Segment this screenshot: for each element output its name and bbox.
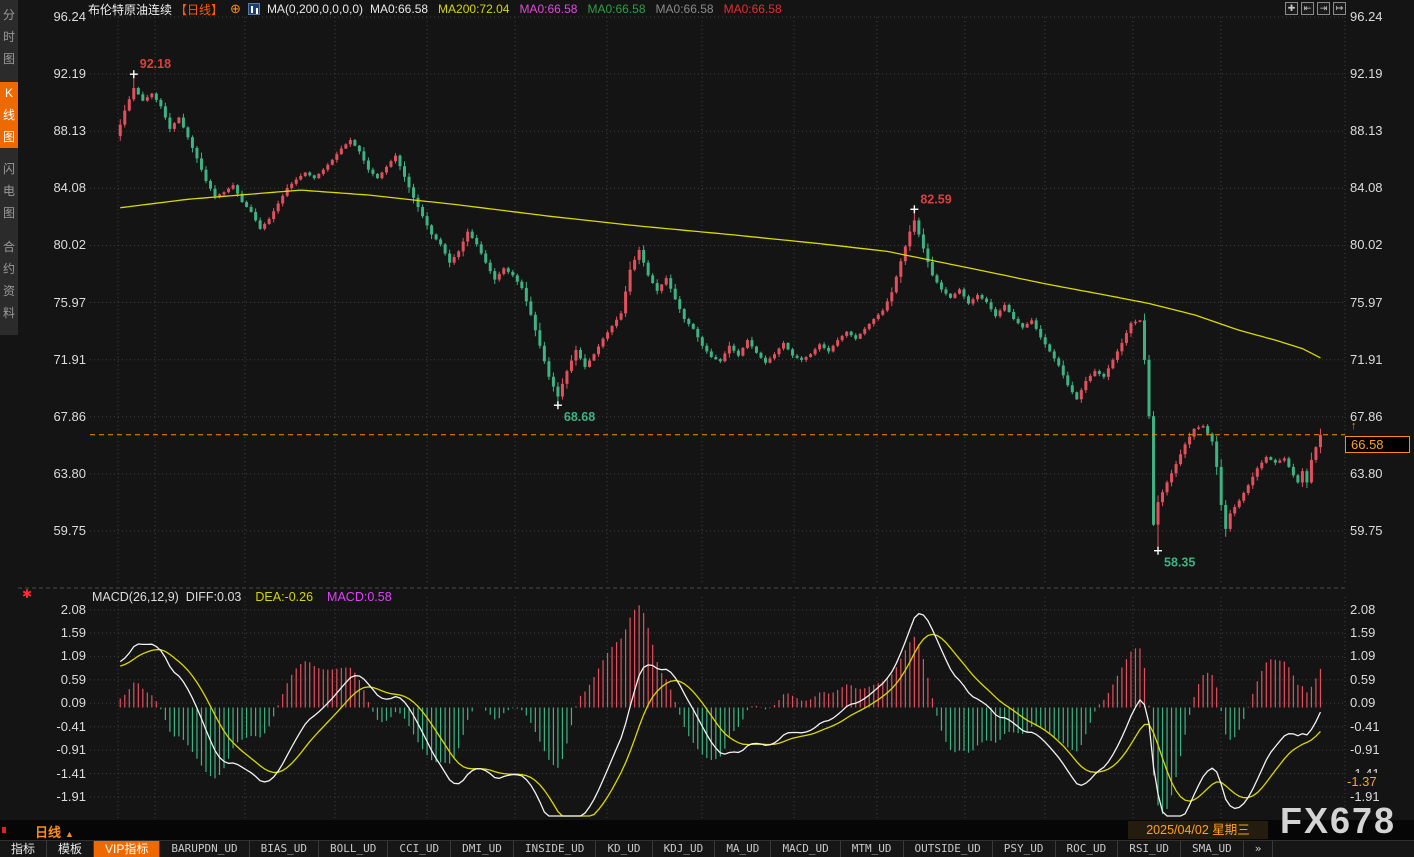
sidebar: 分时图 K线图闪电图合约资料 bbox=[0, 0, 18, 335]
extreme-price-label: 68.68 bbox=[564, 410, 595, 424]
ma-values: MA0:66.58 MA200:72.04 MA0:66.58 MA0:66.58 MA… bbox=[370, 2, 782, 16]
current-price-badge: 66.58 bbox=[1345, 436, 1410, 453]
price-alert-icon: ↑ bbox=[1351, 420, 1357, 432]
sidebar-tab-2[interactable]: K线图 bbox=[0, 82, 18, 148]
axis-left-icon[interactable]: ⇤ bbox=[1301, 2, 1314, 15]
ma-value: MA0:66.58 bbox=[587, 2, 646, 16]
move-icon[interactable]: ✚ bbox=[1285, 2, 1298, 15]
main-chart[interactable]: 92.18 68.68 82.59 58.35 bbox=[0, 0, 1414, 857]
period-dropdown-icon: ▲ bbox=[65, 829, 74, 839]
ma-value: MA0:66.58 bbox=[723, 2, 782, 16]
indicator-tab-模板[interactable]: 模板 bbox=[47, 841, 95, 857]
indicator-tab-SMA_UD[interactable]: SMA_UD bbox=[1181, 841, 1244, 857]
indicator-tab-MTM_UD[interactable]: MTM_UD bbox=[841, 841, 904, 857]
indicator-tab-OUTSIDE_UD[interactable]: OUTSIDE_UD bbox=[904, 841, 993, 857]
sidebar-tab-4[interactable]: 合约资料 bbox=[0, 236, 18, 324]
indicator-tab-DMI_UD[interactable]: DMI_UD bbox=[451, 841, 514, 857]
sidebar-tab-1[interactable]: 分时图 bbox=[0, 4, 18, 70]
indicator-tab-INSIDE_UD[interactable]: INSIDE_UD bbox=[514, 841, 597, 857]
indicator-tab-bar: 指标 模板 VIP指标 BARUPDN_UD BIAS_UD BOLL_UD CCI_UD D… bbox=[0, 840, 1414, 857]
ma-formula: MA(0,200,0,0,0,0) bbox=[266, 2, 363, 16]
kline-app: 92.18 68.68 82.59 58.35 分时图 K线图闪电图合约资料 布伦特原油… bbox=[0, 0, 1414, 857]
indicator-tab-BIAS_UD[interactable]: BIAS_UD bbox=[250, 841, 319, 857]
indicator-tab-MA_UD[interactable]: MA_UD bbox=[715, 841, 772, 857]
sidebar-tab-3[interactable]: 闪电图 bbox=[0, 158, 18, 224]
indicator-tab-KDJ_UD[interactable]: KDJ_UD bbox=[653, 841, 716, 857]
indicator-tab-»[interactable]: » bbox=[1244, 841, 1274, 857]
chart-toolbar: ✚ ⇤ ⇥ ↦ bbox=[1285, 2, 1346, 15]
indicator-tab-CCI_UD[interactable]: CCI_UD bbox=[388, 841, 452, 857]
indicator-tab-ROC_UD[interactable]: ROC_UD bbox=[1056, 841, 1119, 857]
macd-title: MACD(26,12,9) bbox=[92, 590, 179, 604]
extreme-price-label: 82.59 bbox=[920, 192, 951, 206]
resize-handle[interactable] bbox=[2, 827, 6, 833]
indicator-tab-PSY_UD[interactable]: PSY_UD bbox=[993, 841, 1056, 857]
ma-value: MA0:66.58 bbox=[655, 2, 714, 16]
indicator-tab-BOLL_UD[interactable]: BOLL_UD bbox=[319, 841, 389, 857]
indicator-tab-MACD_UD[interactable]: MACD_UD bbox=[771, 841, 841, 857]
indicator-tab-KD_UD[interactable]: KD_UD bbox=[596, 841, 653, 857]
ma-value: MA0:66.58 bbox=[370, 2, 429, 16]
macd-value-badge: -1.37 bbox=[1347, 773, 1399, 790]
axis-right-icon[interactable]: ⇥ bbox=[1317, 2, 1330, 15]
macd-macd-value: MACD:0.58 bbox=[327, 590, 392, 604]
kline-mini-icon[interactable] bbox=[247, 3, 260, 15]
period-tag: 【日线】 bbox=[175, 2, 224, 17]
ma-value: MA0:66.58 bbox=[519, 2, 578, 16]
macd-dea-value: DEA:-0.26 bbox=[255, 590, 314, 604]
indicator-alert-icon[interactable]: ✱ bbox=[22, 587, 32, 601]
macd-header: MACD(26,12,9) DIFF:0.03 DEA:-0.26 MACD:0… bbox=[92, 590, 392, 604]
shift-right-icon[interactable]: ↦ bbox=[1333, 2, 1346, 15]
indicator-tab-BARUPDN_UD[interactable]: BARUPDN_UD bbox=[160, 841, 250, 857]
add-indicator-icon[interactable]: ⊕ bbox=[230, 2, 241, 15]
highlighted-date: 2025/04/02 星期三 bbox=[1128, 821, 1268, 839]
extreme-price-label: 92.18 bbox=[140, 57, 171, 71]
period-selector[interactable]: 日线 ▲ bbox=[35, 822, 74, 841]
chart-header: 布伦特原油连续 【日线】 ⊕ MA(0,200,0,0,0,0) MA0:66.5… bbox=[88, 1, 782, 17]
indicator-tab-VIP指标[interactable]: VIP指标 bbox=[94, 841, 161, 857]
ma-value: MA200:72.04 bbox=[438, 2, 510, 16]
extreme-price-label: 58.35 bbox=[1164, 556, 1195, 570]
indicator-tab-指标[interactable]: 指标 bbox=[0, 841, 48, 857]
macd-diff-value: DIFF:0.03 bbox=[185, 590, 242, 604]
symbol-title: 布伦特原油连续 bbox=[88, 2, 173, 17]
indicator-tab-RSI_UD[interactable]: RSI_UD bbox=[1118, 841, 1182, 857]
watermark: FX678 bbox=[1280, 800, 1397, 841]
